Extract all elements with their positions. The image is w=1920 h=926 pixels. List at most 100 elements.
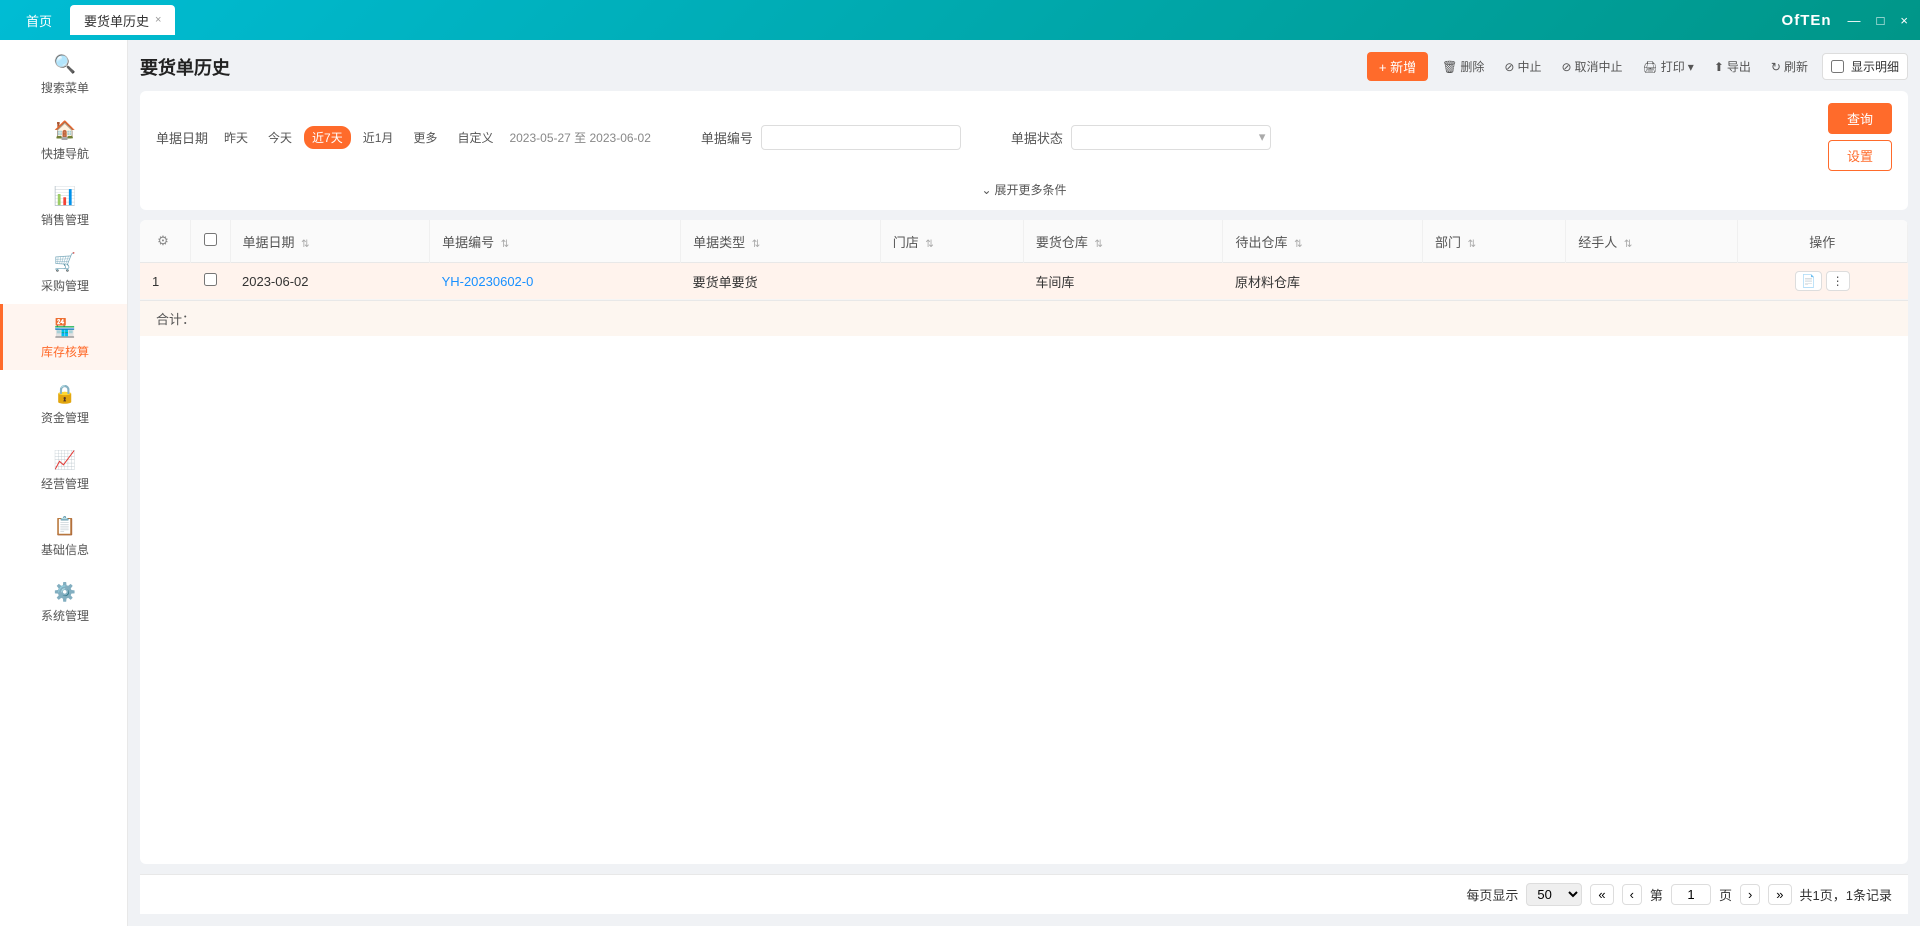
td-date: 2023-06-02 — [230, 263, 430, 300]
filter-area: 单据日期 昨天 今天 近7天 近1月 更多 自定义 2023-05-27 至 2… — [140, 91, 1908, 210]
td-handler — [1566, 263, 1737, 300]
per-page-label: 每页显示 — [1466, 885, 1518, 904]
th-pending-warehouse[interactable]: 待出仓库 ⇅ — [1223, 220, 1423, 263]
total-records-label: 共1页，1条记录 — [1800, 885, 1892, 904]
sidebar-item-operations-mgmt[interactable]: 📈 经营管理 — [0, 436, 127, 502]
th-date[interactable]: 单据日期 ⇅ — [230, 220, 430, 263]
last-page-button[interactable]: » — [1768, 884, 1791, 905]
sidebar-item-finance-mgmt[interactable]: 🔒 资金管理 — [0, 370, 127, 436]
date-btn-more[interactable]: 更多 — [405, 126, 445, 149]
date-btn-yesterday[interactable]: 昨天 — [216, 126, 256, 149]
system-mgmt-icon: ⚙️ — [54, 582, 76, 603]
tab-requisition-history[interactable]: 要货单历史 × — [70, 5, 175, 35]
inventory-icon: 🏪 — [54, 318, 76, 339]
sort-req-warehouse-icon: ⇅ — [1095, 239, 1103, 250]
sidebar-item-basic-info[interactable]: 📋 基础信息 — [0, 502, 127, 568]
settings-button[interactable]: 设置 — [1828, 140, 1892, 171]
td-store — [880, 263, 1023, 300]
th-req-warehouse[interactable]: 要货仓库 ⇅ — [1023, 220, 1223, 263]
sales-mgmt-icon: 📊 — [54, 186, 76, 207]
td-num: 1 — [140, 263, 190, 300]
operations-mgmt-icon: 📈 — [54, 450, 76, 471]
cancel-stop-button[interactable]: ⊘ 取消中止 — [1555, 54, 1628, 79]
next-page-button[interactable]: › — [1740, 884, 1760, 905]
row-more-button[interactable]: ⋮ — [1826, 271, 1850, 291]
print-icon: 🖨 — [1643, 60, 1658, 74]
data-table: ⚙ 单据日期 ⇅ 单据编号 ⇅ — [140, 220, 1908, 300]
export-button[interactable]: ⬆ 导出 — [1708, 54, 1757, 79]
footer-label: 合计： — [156, 309, 195, 328]
new-button[interactable]: + 新增 — [1367, 52, 1428, 81]
close-tab-icon[interactable]: × — [155, 14, 161, 26]
sidebar-item-operations-mgmt-label: 经营管理 — [41, 475, 89, 492]
th-handler[interactable]: 经手人 ⇅ — [1566, 220, 1737, 263]
tab-requisition-history-label: 要货单历史 — [84, 11, 149, 30]
minimize-icon[interactable]: — — [1848, 13, 1861, 28]
delete-button[interactable]: 🗑 删除 — [1436, 54, 1490, 79]
th-store[interactable]: 门店 ⇅ — [880, 220, 1023, 263]
purchase-mgmt-icon: 🛒 — [54, 252, 76, 273]
date-btn-custom[interactable]: 自定义 — [449, 126, 501, 149]
expand-more-button[interactable]: ⌄ 展开更多条件 — [981, 181, 1066, 198]
print-button[interactable]: 🖨 打印 ▾ — [1637, 54, 1700, 79]
status-select[interactable] — [1071, 125, 1271, 150]
basic-info-icon: 📋 — [54, 516, 76, 537]
table-footer: 合计： — [140, 300, 1908, 336]
td-pending-warehouse: 原材料仓库 — [1223, 263, 1423, 300]
column-settings-icon[interactable]: ⚙ — [152, 230, 174, 252]
sort-billtype-icon: ⇅ — [752, 239, 760, 250]
cancel-stop-icon: ⊘ — [1561, 60, 1571, 74]
query-button[interactable]: 查询 — [1828, 103, 1892, 134]
sidebar-item-search-menu[interactable]: 🔍 搜索菜单 — [0, 40, 127, 106]
row-checkbox[interactable] — [204, 273, 217, 286]
first-page-button[interactable]: « — [1590, 884, 1613, 905]
bill-no-input[interactable] — [761, 125, 961, 150]
refresh-button[interactable]: ↻ 刷新 — [1765, 54, 1814, 79]
sidebar-item-system-mgmt[interactable]: ⚙️ 系统管理 — [0, 568, 127, 634]
th-bill-type[interactable]: 单据类型 ⇅ — [681, 220, 881, 263]
search-menu-icon: 🔍 — [54, 54, 76, 75]
date-btn-7days[interactable]: 近7天 — [304, 126, 351, 149]
th-ops: 操作 — [1737, 220, 1907, 263]
page-title: 要货单历史 — [140, 54, 230, 80]
export-icon: ⬆ — [1714, 60, 1724, 74]
print-chevron-icon: ▾ — [1688, 60, 1694, 74]
sidebar-item-purchase-mgmt[interactable]: 🛒 采购管理 — [0, 238, 127, 304]
page-number-input[interactable] — [1671, 884, 1711, 905]
sidebar-item-sales-mgmt[interactable]: 📊 销售管理 — [0, 172, 127, 238]
date-filter-label: 单据日期 — [156, 128, 208, 147]
bill-no-link[interactable]: YH-20230602-0 — [442, 274, 534, 289]
sidebar: 🔍 搜索菜单 🏠 快捷导航 📊 销售管理 🛒 采购管理 🏪 库存核算 🔒 资金管… — [0, 40, 128, 926]
prev-page-button[interactable]: ‹ — [1622, 884, 1642, 905]
th-department[interactable]: 部门 ⇅ — [1423, 220, 1566, 263]
main-layout: 🔍 搜索菜单 🏠 快捷导航 📊 销售管理 🛒 采购管理 🏪 库存核算 🔒 资金管… — [0, 40, 1920, 926]
display-detail-button[interactable]: 显示明细 — [1822, 53, 1908, 80]
maximize-icon[interactable]: □ — [1877, 13, 1885, 28]
stop-button[interactable]: ⊘ 中止 — [1498, 54, 1547, 79]
sidebar-item-purchase-mgmt-label: 采购管理 — [41, 277, 89, 294]
per-page-select[interactable]: 10 20 50 100 — [1526, 883, 1582, 906]
date-btn-1month[interactable]: 近1月 — [355, 126, 402, 149]
bill-no-filter: 单据编号 — [701, 125, 961, 150]
tab-home[interactable]: 首页 — [12, 5, 66, 35]
th-check — [190, 220, 230, 263]
td-ops: 📄 ⋮ — [1737, 263, 1907, 300]
display-detail-checkbox[interactable] — [1831, 60, 1844, 73]
row-view-button[interactable]: 📄 — [1795, 271, 1822, 291]
select-all-checkbox[interactable] — [204, 233, 217, 246]
date-range-display: 2023-05-27 至 2023-06-02 — [509, 129, 650, 146]
bill-no-label: 单据编号 — [701, 128, 753, 147]
sidebar-item-quick-nav[interactable]: 🏠 快捷导航 — [0, 106, 127, 172]
sort-dept-icon: ⇅ — [1468, 239, 1476, 250]
page-label: 第 — [1650, 885, 1663, 904]
th-bill-no[interactable]: 单据编号 ⇅ — [430, 220, 681, 263]
window-close-icon[interactable]: × — [1900, 13, 1908, 28]
sidebar-item-inventory[interactable]: 🏪 库存核算 — [0, 304, 127, 370]
date-btn-today[interactable]: 今天 — [260, 126, 300, 149]
query-buttons: 查询 设置 — [1828, 103, 1892, 171]
table-body: 1 2023-06-02 YH-20230602-0 要货单要货 车间库 原材料… — [140, 263, 1908, 300]
top-bar-right: OfTEn — □ × — [1782, 12, 1908, 29]
stop-icon: ⊘ — [1504, 60, 1514, 74]
sidebar-item-quick-nav-label: 快捷导航 — [41, 145, 89, 162]
table-row[interactable]: 1 2023-06-02 YH-20230602-0 要货单要货 车间库 原材料… — [140, 263, 1908, 300]
